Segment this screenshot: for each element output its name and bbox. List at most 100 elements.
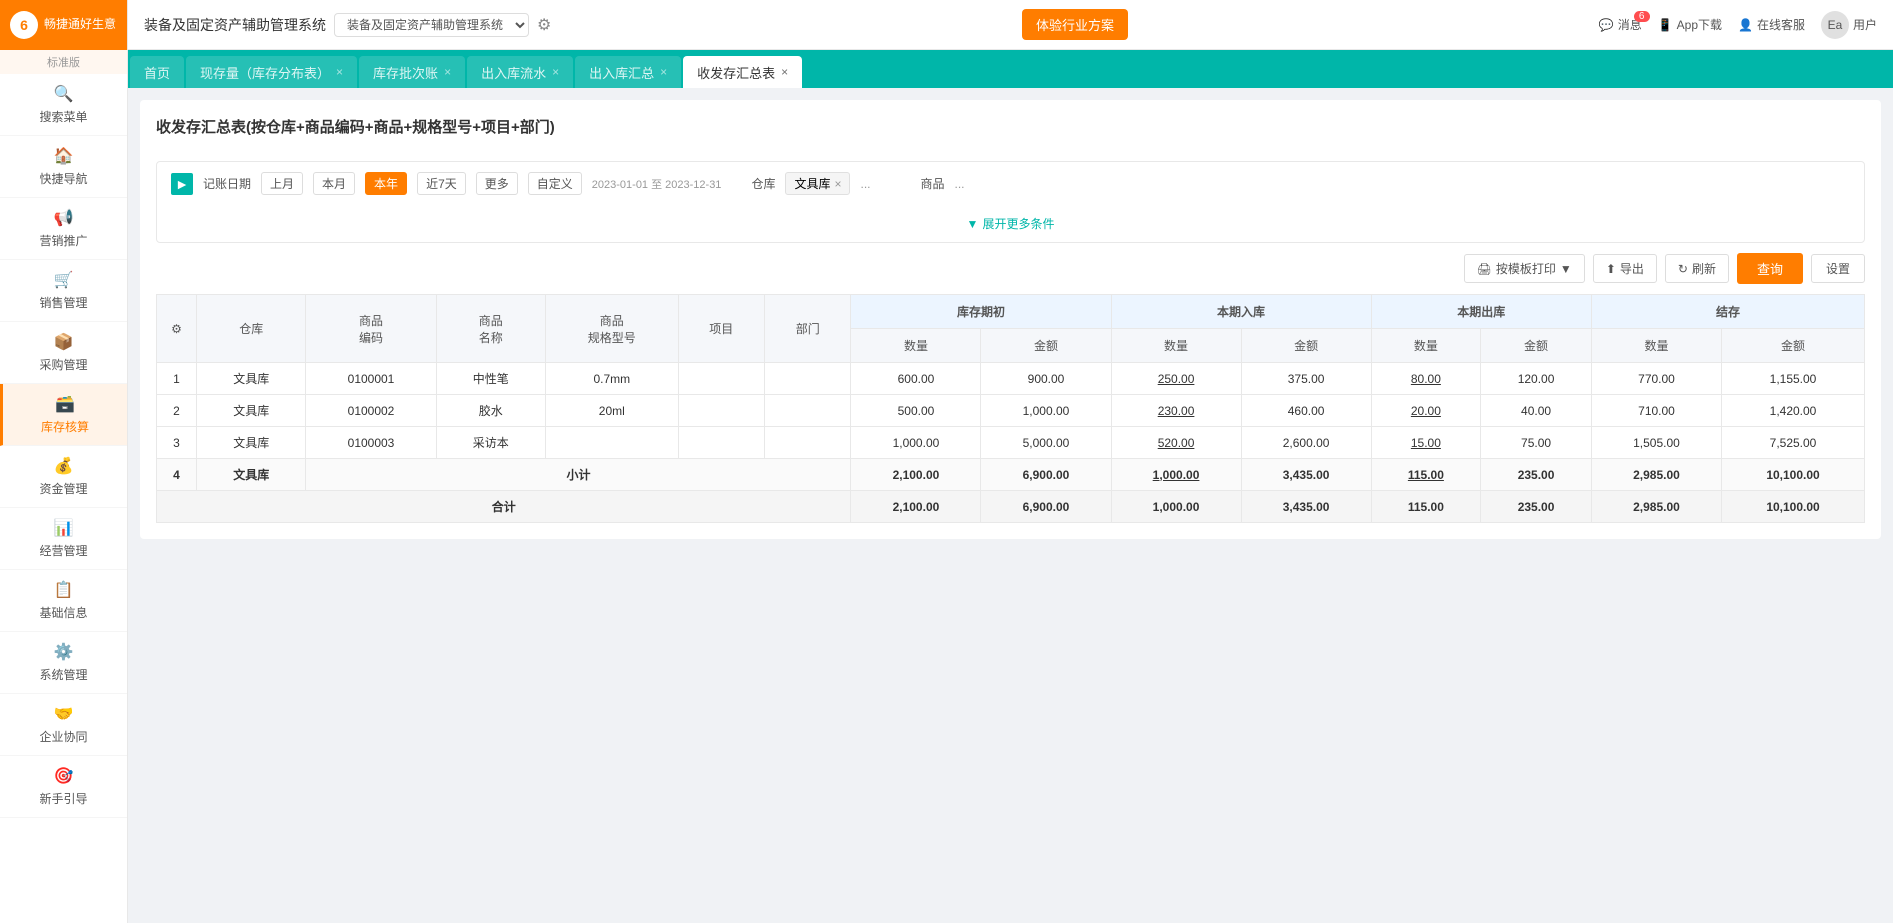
sidebar-item-purchase[interactable]: 📦采购管理 xyxy=(0,322,127,384)
user-button[interactable]: Ea 用户 xyxy=(1821,11,1877,39)
settings-button[interactable]: 设置 xyxy=(1811,254,1865,283)
row-spec: 0.7mm xyxy=(546,363,679,395)
row-out-qty[interactable]: 15.00 xyxy=(1371,427,1481,459)
tab-inventory_dist[interactable]: 现存量（库存分布表） × xyxy=(186,56,357,88)
topbar-right: 💬 消息 6 📱 App下载 👤 在线客服 Ea 用户 xyxy=(1599,11,1877,39)
sidebar-item-search[interactable]: 🔍搜索菜单 xyxy=(0,74,127,136)
date-btn-more[interactable]: 更多 xyxy=(476,172,518,195)
row-dept xyxy=(764,427,850,459)
col-in-header: 本期入库 xyxy=(1111,295,1371,329)
marketing-icon: 📢 xyxy=(54,208,74,228)
total-out-amt: 235.00 xyxy=(1481,491,1592,523)
data-table: ⚙ 仓库 商品编码 商品名称 商品规格型号 项目 部门 库存期初 本期入库 本期… xyxy=(156,294,1865,523)
query-button[interactable]: 查询 xyxy=(1737,253,1803,284)
operations-icon: 📊 xyxy=(54,518,74,538)
gear-icon[interactable]: ⚙ xyxy=(537,15,551,35)
tab-batch[interactable]: 库存批次账× xyxy=(359,56,465,88)
warehouse-tag: 文具库 × xyxy=(785,172,850,195)
sidebar-label-quick: 快捷导航 xyxy=(39,170,87,187)
tab-inout_summary[interactable]: 出入库汇总× xyxy=(575,56,681,88)
row-in-qty[interactable]: 250.00 xyxy=(1111,363,1241,395)
subtotal-warehouse: 文具库 xyxy=(197,459,306,491)
sidebar-label-enterprise: 企业协同 xyxy=(39,728,87,745)
refresh-button[interactable]: ↻ 刷新 xyxy=(1665,254,1729,283)
row-name: 采访本 xyxy=(436,427,545,459)
subtotal-balance-amt: 10,100.00 xyxy=(1722,459,1865,491)
sidebar-item-inventory[interactable]: 🗃️库存核算 xyxy=(0,384,127,446)
sidebar-item-quick[interactable]: 🏠快捷导航 xyxy=(0,136,127,198)
tab-close-inout_flow[interactable]: × xyxy=(552,65,559,79)
tab-close-inventory_dist[interactable]: × xyxy=(336,65,343,79)
message-badge: 6 xyxy=(1634,11,1650,22)
page-title: 收发存汇总表(按仓库+商品编码+商品+规格型号+项目+部门) xyxy=(156,116,555,137)
sidebar-label-finance: 资金管理 xyxy=(39,480,87,497)
sidebar-label-basic: 基础信息 xyxy=(39,604,87,621)
date-btn-this-month[interactable]: 本月 xyxy=(313,172,355,195)
sidebar-label-guide: 新手引导 xyxy=(39,790,87,807)
date-btn-this-year[interactable]: 本年 xyxy=(365,172,407,195)
row-code: 0100001 xyxy=(306,363,436,395)
row-opening-qty: 500.00 xyxy=(851,395,981,427)
basic-icon: 📋 xyxy=(54,580,74,600)
online-service-button[interactable]: 👤 在线客服 xyxy=(1738,16,1805,33)
row-num: 1 xyxy=(157,363,197,395)
tab-label-inventory_dist: 现存量（库存分布表） xyxy=(200,63,330,82)
row-project xyxy=(678,363,764,395)
sidebar-item-operations[interactable]: 📊经营管理 xyxy=(0,508,127,570)
tab-label-recv_send_summary: 收发存汇总表 xyxy=(697,63,775,82)
message-button[interactable]: 💬 消息 6 xyxy=(1599,16,1642,33)
col-project-header: 项目 xyxy=(678,295,764,363)
sidebar-label-sales: 销售管理 xyxy=(39,294,87,311)
sidebar-item-marketing[interactable]: 📢营销推广 xyxy=(0,198,127,260)
row-name: 胶水 xyxy=(436,395,545,427)
logo-area: 6 畅捷通好生意 xyxy=(0,0,127,50)
tab-close-inout_summary[interactable]: × xyxy=(660,65,667,79)
search-icon: 🔍 xyxy=(54,84,74,104)
export-icon: ⬆ xyxy=(1606,262,1616,276)
row-in-qty[interactable]: 520.00 xyxy=(1111,427,1241,459)
sidebar-item-finance[interactable]: 💰资金管理 xyxy=(0,446,127,508)
subtotal-balance-qty: 2,985.00 xyxy=(1591,459,1721,491)
row-out-qty[interactable]: 80.00 xyxy=(1371,363,1481,395)
export-button[interactable]: ⬆ 导出 xyxy=(1593,254,1657,283)
trial-button[interactable]: 体验行业方案 xyxy=(1022,9,1128,40)
sidebar-item-guide[interactable]: 🎯新手引导 xyxy=(0,756,127,818)
sidebar-label-system: 系统管理 xyxy=(39,666,87,683)
col-code-header: 商品编码 xyxy=(306,295,436,363)
subtotal-label: 小计 xyxy=(306,459,851,491)
row-balance-qty: 1,505.00 xyxy=(1591,427,1721,459)
system-selector[interactable]: 装备及固定资产辅助管理系统 xyxy=(334,13,529,37)
expand-conditions-button[interactable]: ▼ 展开更多条件 xyxy=(967,215,1055,232)
tab-close-batch[interactable]: × xyxy=(444,65,451,79)
row-balance-amt: 7,525.00 xyxy=(1722,427,1865,459)
filter-toggle-button[interactable]: ► xyxy=(171,173,193,195)
tab-recv_send_summary[interactable]: 收发存汇总表 × xyxy=(683,56,802,88)
tab-label-home: 首页 xyxy=(144,63,170,82)
date-btn-7days[interactable]: 近7天 xyxy=(417,172,466,195)
goods-ellipsis[interactable]: ... xyxy=(955,177,965,191)
date-range-display: 2023-01-01 至 2023-12-31 xyxy=(592,176,722,192)
sidebar-item-enterprise[interactable]: 🤝企业协同 xyxy=(0,694,127,756)
table-row: 3 文具库 0100003 采访本 1,000.00 5,000.00 520.… xyxy=(157,427,1865,459)
row-spec xyxy=(546,427,679,459)
col-dept-header: 部门 xyxy=(764,295,850,363)
tab-close-recv_send_summary[interactable]: × xyxy=(781,65,788,79)
warehouse-tag-close[interactable]: × xyxy=(834,177,841,191)
row-in-qty[interactable]: 230.00 xyxy=(1111,395,1241,427)
warehouse-ellipsis[interactable]: ... xyxy=(860,177,870,191)
row-out-qty[interactable]: 20.00 xyxy=(1371,395,1481,427)
date-btn-last-month[interactable]: 上月 xyxy=(261,172,303,195)
row-opening-amt: 5,000.00 xyxy=(981,427,1111,459)
sidebar-item-system[interactable]: ⚙️系统管理 xyxy=(0,632,127,694)
tab-home[interactable]: 首页 xyxy=(130,56,184,88)
print-button[interactable]: 🖨 按模板打印 ▼ xyxy=(1464,254,1585,283)
print-dropdown-icon: ▼ xyxy=(1560,262,1572,276)
sidebar-item-basic[interactable]: 📋 基础信息 xyxy=(0,570,127,632)
row-in-amt: 2,600.00 xyxy=(1241,427,1371,459)
date-btn-custom[interactable]: 自定义 xyxy=(528,172,582,195)
row-warehouse: 文具库 xyxy=(197,363,306,395)
row-name: 中性笔 xyxy=(436,363,545,395)
app-download-button[interactable]: 📱 App下载 xyxy=(1658,16,1722,33)
sidebar-item-sales[interactable]: 🛒销售管理 xyxy=(0,260,127,322)
tab-inout_flow[interactable]: 出入库流水× xyxy=(467,56,573,88)
